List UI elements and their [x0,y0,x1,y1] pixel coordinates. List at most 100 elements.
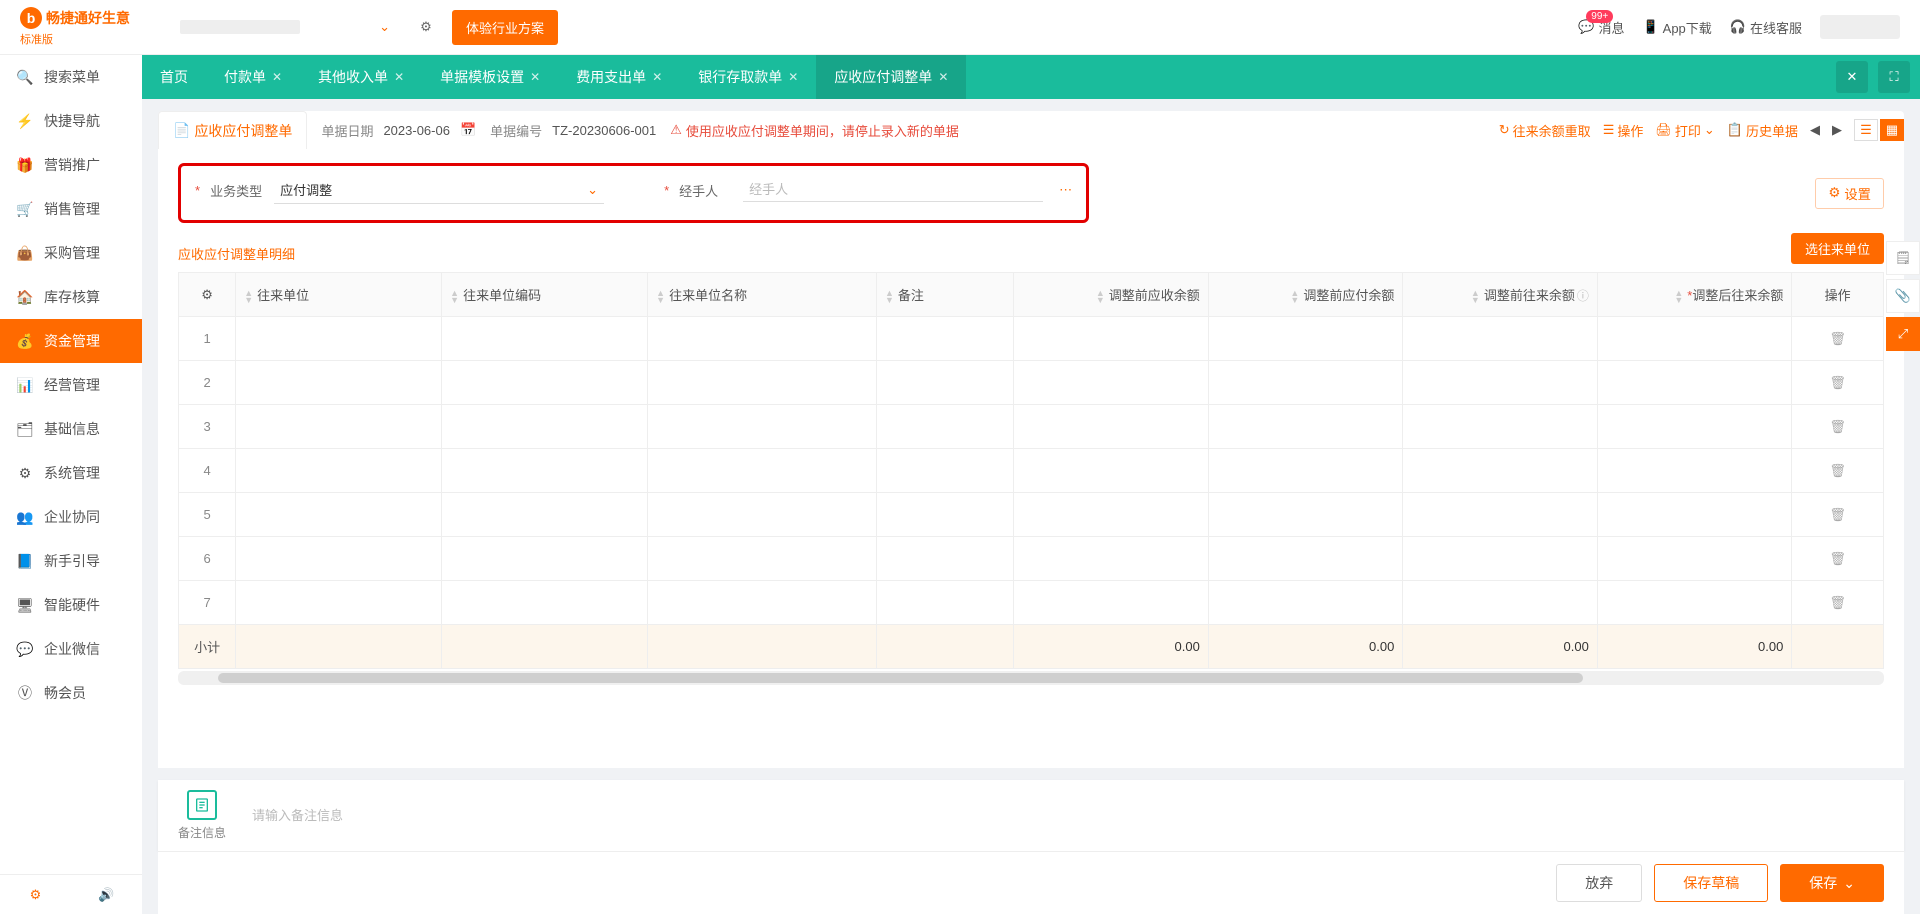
col-unit-code[interactable]: ▲▼往来单位编码 [442,273,648,317]
save-draft-button[interactable]: 保存草稿 [1654,864,1768,902]
table-row[interactable]: 4🗑 [179,449,1884,493]
table-row[interactable]: 2🗑 [179,361,1884,405]
horizontal-scrollbar[interactable] [178,671,1884,685]
cell-unit[interactable] [236,537,442,581]
cell-unit-code[interactable] [442,361,648,405]
sidebar-settings-button[interactable]: ⚙ [0,875,71,914]
float-note-button[interactable]: 🗒 [1886,241,1920,275]
cell-unit-name[interactable] [648,361,877,405]
tab-5[interactable]: 银行存取款单✕ [680,55,816,99]
discard-button[interactable]: 放弃 [1556,864,1642,902]
tab-close-all-button[interactable]: ✕ [1836,61,1868,93]
close-icon[interactable]: ✕ [272,70,282,84]
cell-after-balance[interactable] [1597,493,1792,537]
regrab-balance-button[interactable]: ↻ 往来余额重取 [1499,121,1591,140]
help-icon[interactable]: ⓘ [1577,289,1589,303]
company-selector[interactable]: ⌄ [170,11,400,43]
cell-unit-code[interactable] [442,493,648,537]
cell-after-balance[interactable] [1597,581,1792,625]
print-dropdown[interactable]: 🖨 打印 ⌄ [1655,121,1714,140]
cell-before-balance[interactable] [1403,537,1598,581]
cell-unit-name[interactable] [648,581,877,625]
cell-unit-name[interactable] [648,449,877,493]
sidebar-item-vip[interactable]: Ⓥ畅会员 [0,671,142,715]
sidebar-item-system[interactable]: ⚙系统管理 [0,451,142,495]
cell-unit-name[interactable] [648,493,877,537]
trash-icon[interactable]: 🗑 [1829,375,1846,390]
view-form-button[interactable]: ▦ [1880,119,1904,141]
table-row[interactable]: 1🗑 [179,317,1884,361]
cell-remark[interactable] [876,581,1013,625]
float-attachment-button[interactable]: 📎 [1886,279,1920,313]
view-list-button[interactable]: ☰ [1854,119,1878,141]
cell-before-balance[interactable] [1403,361,1598,405]
col-unit[interactable]: ▲▼往来单位 [236,273,442,317]
sidebar-item-wechat[interactable]: 💬企业微信 [0,627,142,671]
cell-before-balance[interactable] [1403,493,1598,537]
sidebar-item-bag[interactable]: 👜采购管理 [0,231,142,275]
cell-before-pay[interactable] [1208,581,1403,625]
cell-before-recv[interactable] [1014,537,1209,581]
cell-before-recv[interactable] [1014,581,1209,625]
cell-before-recv[interactable] [1014,493,1209,537]
sidebar-item-cart[interactable]: 🛒销售管理 [0,187,142,231]
close-icon[interactable]: ✕ [788,70,798,84]
trash-icon[interactable]: 🗑 [1829,419,1846,434]
tab-fullscreen-button[interactable]: ⛶ [1878,61,1910,93]
close-icon[interactable]: ✕ [530,70,540,84]
cell-after-balance[interactable] [1597,317,1792,361]
biz-type-dropdown[interactable]: 应付调整 ⌄ [274,176,604,204]
float-expand-button[interactable]: ⤢ [1886,317,1920,351]
cell-before-pay[interactable] [1208,493,1403,537]
remarks-input[interactable] [242,798,1884,833]
handler-input[interactable] [743,178,1043,202]
cell-unit[interactable] [236,317,442,361]
sidebar-item-team[interactable]: 👥企业协同 [0,495,142,539]
next-doc-button[interactable]: ▶ [1832,122,1842,138]
operate-dropdown[interactable]: ☰ 操作 [1603,121,1644,140]
prev-doc-button[interactable]: ◀ [1810,122,1820,138]
table-row[interactable]: 7🗑 [179,581,1884,625]
cell-unit-code[interactable] [442,449,648,493]
cell-after-balance[interactable] [1597,537,1792,581]
user-avatar-area[interactable] [1820,15,1900,39]
cell-after-balance[interactable] [1597,449,1792,493]
cell-before-recv[interactable] [1014,317,1209,361]
col-after-balance[interactable]: ▲▼*调整后往来余额 [1597,273,1792,317]
calendar-icon[interactable]: 📅 [460,122,476,138]
trash-icon[interactable]: 🗑 [1829,463,1846,478]
cell-after-balance[interactable] [1597,405,1792,449]
trash-icon[interactable]: 🗑 [1829,551,1846,566]
doc-date-value[interactable]: 2023-06-06 [383,123,450,138]
sidebar-item-guide[interactable]: 📘新手引导 [0,539,142,583]
tab-4[interactable]: 费用支出单✕ [558,55,680,99]
cell-before-pay[interactable] [1208,361,1403,405]
cell-unit-name[interactable] [648,537,877,581]
cell-remark[interactable] [876,405,1013,449]
sidebar-collapse-button[interactable]: 🔊 [71,875,142,914]
select-unit-button[interactable]: 选往来单位 [1791,233,1884,264]
cell-unit[interactable] [236,361,442,405]
sidebar-item-nav[interactable]: ⚡快捷导航 [0,99,142,143]
cell-unit-code[interactable] [442,537,648,581]
form-settings-button[interactable]: ⚙ 设置 [1815,178,1884,209]
cell-before-pay[interactable] [1208,449,1403,493]
cell-unit[interactable] [236,581,442,625]
cell-before-balance[interactable] [1403,449,1598,493]
cell-before-balance[interactable] [1403,405,1598,449]
cell-before-balance[interactable] [1403,317,1598,361]
trash-icon[interactable]: 🗑 [1829,595,1846,610]
cell-remark[interactable] [876,317,1013,361]
tab-1[interactable]: 付款单✕ [206,55,300,99]
col-remark[interactable]: ▲▼备注 [876,273,1013,317]
cell-remark[interactable] [876,537,1013,581]
settings-gear-button[interactable]: ⚙ [410,11,442,43]
sidebar-item-hardware[interactable]: 🖥智能硬件 [0,583,142,627]
sidebar-item-data[interactable]: 🗂基础信息 [0,407,142,451]
cell-remark[interactable] [876,449,1013,493]
cell-remark[interactable] [876,493,1013,537]
sidebar-item-gift[interactable]: 🎁营销推广 [0,143,142,187]
cell-before-recv[interactable] [1014,405,1209,449]
cell-unit[interactable] [236,449,442,493]
cell-unit[interactable] [236,493,442,537]
